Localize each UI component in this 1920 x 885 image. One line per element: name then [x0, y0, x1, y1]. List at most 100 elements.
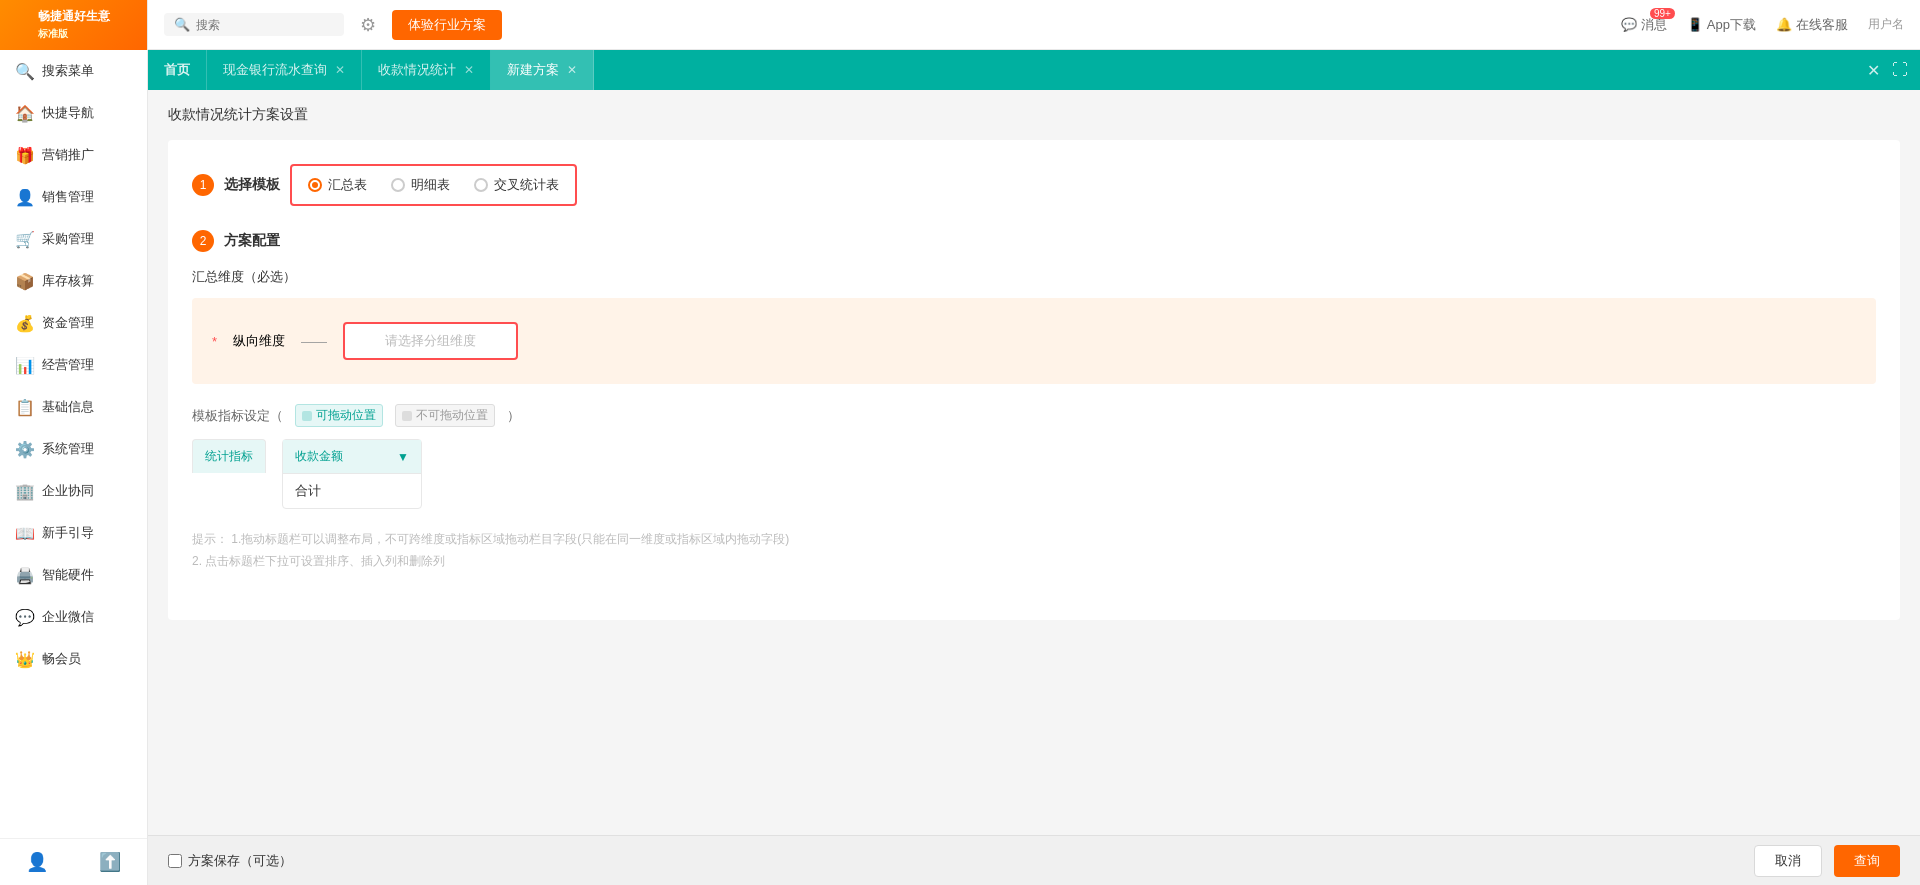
radio-summary-label: 汇总表	[328, 176, 367, 194]
sidebar-item-finance[interactable]: 💰 资金管理	[0, 302, 147, 344]
metrics-col-header[interactable]: 收款金额 ▼	[283, 440, 421, 474]
sidebar-item-label: 新手引导	[42, 524, 94, 542]
step2-section: 2 方案配置 汇总维度（必选） * 纵向维度 —— 请选	[192, 230, 1876, 572]
sidebar-item-label: 畅会员	[42, 650, 81, 668]
save-option-label: 方案保存（可选）	[188, 852, 292, 870]
save-option-input[interactable]	[168, 854, 182, 868]
system-icon: ⚙️	[16, 440, 34, 458]
dimension-select[interactable]: 请选择分组维度	[343, 322, 518, 360]
tabbar-actions: ✕ ⛶	[1855, 50, 1920, 90]
app-download-label: App下载	[1707, 16, 1756, 34]
sidebar-bottom-upload[interactable]: ⬆️	[99, 851, 121, 873]
non-draggable-label: 不可拖动位置	[416, 407, 488, 424]
dropdown-icon[interactable]: ▼	[397, 450, 409, 464]
tip-2: 2. 点击标题栏下拉可设置排序、插入列和删除列	[192, 551, 1876, 573]
metrics-layout: 统计指标 收款金额 ▼ 合计	[192, 439, 1876, 509]
footer-actions: 取消 查询	[1754, 845, 1900, 877]
step1-label: 选择模板	[224, 176, 280, 194]
metrics-col-row: 合计	[283, 474, 421, 508]
metrics-col-header-text: 收款金额	[295, 448, 343, 465]
tabbar: 首页 现金银行流水查询 ✕ 收款情况统计 ✕ 新建方案 ✕ ✕ ⛶	[148, 50, 1920, 90]
cancel-button[interactable]: 取消	[1754, 845, 1822, 877]
sidebar-item-sales[interactable]: 👤 销售管理	[0, 176, 147, 218]
finance-icon: 💰	[16, 314, 34, 332]
radio-cross[interactable]: 交叉统计表	[474, 176, 559, 194]
tips-section: 提示： 1.拖动标题栏可以调整布局，不可跨维度或指标区域拖动栏目字段(只能在同一…	[192, 529, 1876, 572]
tab-collection-stats[interactable]: 收款情况统计 ✕	[362, 50, 491, 90]
tab-home[interactable]: 首页	[148, 50, 207, 90]
expand-icon[interactable]: ⛶	[1892, 61, 1908, 79]
message-count: 99+	[1650, 8, 1675, 19]
sidebar-item-enterprise-wechat[interactable]: 💬 企业微信	[0, 596, 147, 638]
online-service-btn[interactable]: 🔔 在线客服	[1776, 16, 1848, 34]
app-download-btn[interactable]: 📱 App下载	[1687, 16, 1756, 34]
radio-summary[interactable]: 汇总表	[308, 176, 367, 194]
sidebar-item-purchase[interactable]: 🛒 采购管理	[0, 218, 147, 260]
step2-num: 2	[192, 230, 214, 252]
app-edition: 标准版	[38, 27, 110, 41]
sidebar-item-marketing[interactable]: 🎁 营销推广	[0, 134, 147, 176]
tab-collection-stats-close[interactable]: ✕	[464, 63, 474, 77]
tab-bank-flow-label: 现金银行流水查询	[223, 61, 327, 79]
vip-icon: 👑	[16, 650, 34, 668]
sidebar-item-label: 企业微信	[42, 608, 94, 626]
sidebar-item-basic-info[interactable]: 📋 基础信息	[0, 386, 147, 428]
tab-collection-stats-label: 收款情况统计	[378, 61, 456, 79]
dimension-area: * 纵向维度 —— 请选择分组维度	[192, 298, 1876, 384]
sidebar-bottom: 👤 ⬆️	[0, 838, 147, 885]
sidebar-bottom-user[interactable]: 👤	[26, 851, 48, 873]
topbar-search-box[interactable]: 🔍	[164, 13, 344, 36]
metrics-section-label: 模板指标设定（	[192, 407, 283, 425]
trial-btn[interactable]: 体验行业方案	[392, 10, 502, 40]
download-icon: 📱	[1687, 17, 1703, 32]
app-logo: 畅捷通好生意 标准版	[0, 0, 147, 50]
close-all-icon[interactable]: ✕	[1867, 61, 1880, 80]
sidebar-item-system[interactable]: ⚙️ 系统管理	[0, 428, 147, 470]
dimension-config: 汇总维度（必选） * 纵向维度 —— 请选择分组维度	[192, 268, 1876, 572]
query-button[interactable]: 查询	[1834, 845, 1900, 877]
basic-info-icon: 📋	[16, 398, 34, 416]
sidebar-item-smart-hw[interactable]: 🖨️ 智能硬件	[0, 554, 147, 596]
search-icon: 🔍	[174, 17, 190, 32]
online-service-label: 在线客服	[1796, 16, 1848, 34]
tab-new-plan[interactable]: 新建方案 ✕	[491, 50, 594, 90]
draggable-tag: 可拖动位置	[295, 404, 383, 427]
sidebar-item-vip[interactable]: 👑 畅会员	[0, 638, 147, 680]
radio-summary-btn[interactable]	[308, 178, 322, 192]
radio-cross-btn[interactable]	[474, 178, 488, 192]
metrics-table: 收款金额 ▼ 合计	[282, 439, 422, 509]
user-name: 用户名	[1868, 16, 1904, 33]
sidebar-item-label: 采购管理	[42, 230, 94, 248]
sidebar-item-operation[interactable]: 📊 经营管理	[0, 344, 147, 386]
step1-section: 1 选择模板 汇总表 明细表	[192, 164, 1876, 206]
message-badge[interactable]: 💬 消息 99+	[1621, 16, 1667, 34]
purchase-icon: 🛒	[16, 230, 34, 248]
sidebar-item-label: 库存核算	[42, 272, 94, 290]
message-icon: 💬	[1621, 17, 1637, 32]
service-icon: 🔔	[1776, 17, 1792, 32]
tab-bank-flow[interactable]: 现金银行流水查询 ✕	[207, 50, 362, 90]
sidebar-item-search-menu[interactable]: 🔍 搜索菜单	[0, 50, 147, 92]
save-option-checkbox[interactable]: 方案保存（可选）	[168, 852, 292, 870]
non-draggable-tag: 不可拖动位置	[395, 404, 495, 427]
footer-bar: 方案保存（可选） 取消 查询	[148, 835, 1920, 885]
sidebar-item-inventory[interactable]: 📦 库存核算	[0, 260, 147, 302]
search-input[interactable]	[196, 18, 316, 32]
enterprise-coop-icon: 🏢	[16, 482, 34, 500]
vertical-dimension-label: 纵向维度	[233, 332, 285, 350]
radio-detail[interactable]: 明细表	[391, 176, 450, 194]
tab-bank-flow-close[interactable]: ✕	[335, 63, 345, 77]
sidebar-item-label: 销售管理	[42, 188, 94, 206]
breadcrumb: 收款情况统计方案设置	[168, 106, 1900, 124]
sidebar-item-enterprise-coop[interactable]: 🏢 企业协同	[0, 470, 147, 512]
draggable-label: 可拖动位置	[316, 407, 376, 424]
operation-icon: 📊	[16, 356, 34, 374]
radio-detail-btn[interactable]	[391, 178, 405, 192]
tab-new-plan-close[interactable]: ✕	[567, 63, 577, 77]
step1-header: 1 选择模板 汇总表 明细表	[192, 164, 1876, 206]
sidebar-item-newbie[interactable]: 📖 新手引导	[0, 512, 147, 554]
settings-icon[interactable]: ⚙	[360, 14, 376, 36]
step2-header: 2 方案配置	[192, 230, 1876, 252]
sidebar-item-quick-nav[interactable]: 🏠 快捷导航	[0, 92, 147, 134]
newbie-icon: 📖	[16, 524, 34, 542]
